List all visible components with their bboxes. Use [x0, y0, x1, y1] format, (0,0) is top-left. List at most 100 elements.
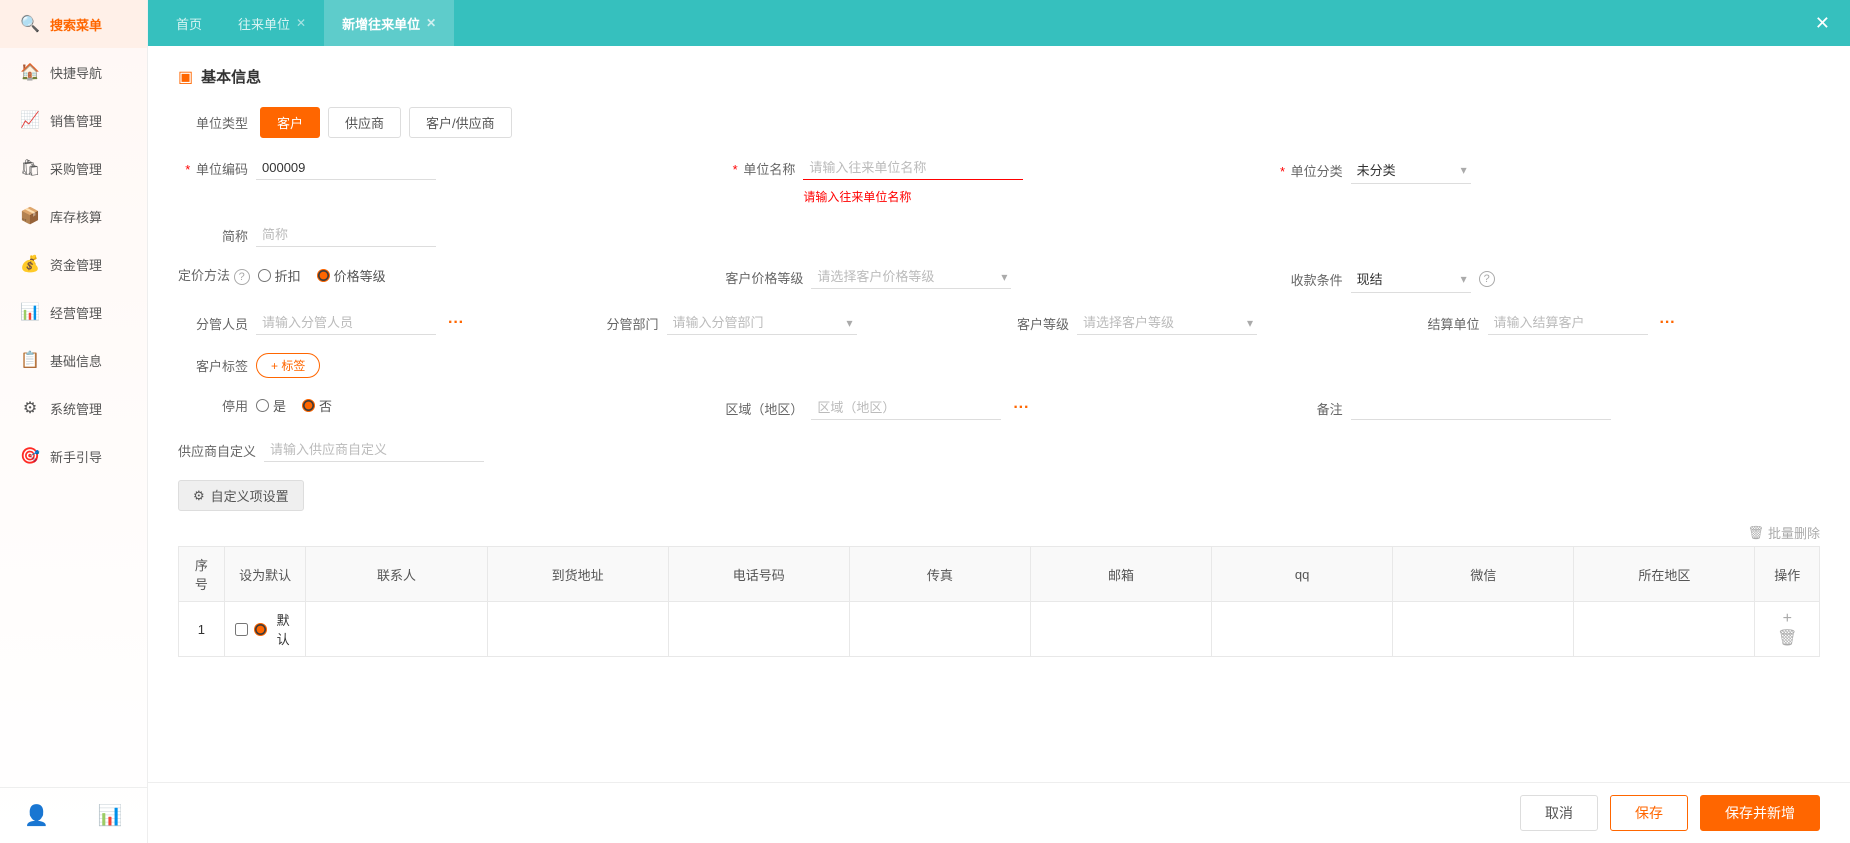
sidebar-item-label: 库存核算 [50, 207, 102, 226]
row-region-input[interactable] [1584, 622, 1744, 637]
sidebar-item-basic[interactable]: 📋 基础信息 [0, 336, 147, 384]
region-input[interactable] [811, 396, 1001, 420]
payment-help-icon[interactable]: ? [1479, 271, 1495, 287]
sidebar-item-sales[interactable]: 📈 销售管理 [0, 96, 147, 144]
batch-delete-icon: 🗑 [1747, 525, 1764, 541]
unit-btn-supplier[interactable]: 供应商 [328, 107, 401, 138]
pricing-label: 定价方法 ? [178, 265, 250, 285]
save-button[interactable]: 保存 [1610, 795, 1688, 831]
tab-contacts-close[interactable]: ✕ [296, 16, 306, 30]
supplier-custom-input[interactable] [264, 438, 484, 462]
fax-input[interactable] [860, 622, 1020, 637]
cell-region [1574, 602, 1755, 657]
row-checkbox[interactable] [235, 623, 248, 636]
short-name-input[interactable] [256, 223, 436, 247]
sidebar-item-inventory[interactable]: 📦 库存核算 [0, 192, 147, 240]
remark-input[interactable] [1351, 396, 1611, 420]
settlement-col: 结算单位 ··· [1410, 311, 1821, 335]
col-email: 邮箱 [1030, 547, 1211, 602]
manager-more-btn[interactable]: ··· [444, 314, 468, 332]
pricing-row: 定价方法 ? 折扣 价格等级 客户价格等级 [178, 265, 1820, 293]
tab-contacts[interactable]: 往来单位 ✕ [220, 0, 324, 46]
tab-new-contact[interactable]: 新增往来单位 ✕ [324, 0, 454, 46]
section-icon: ▣ [178, 67, 193, 87]
phone-input[interactable] [679, 622, 839, 637]
disabled-col: 停用 是 否 [178, 396, 725, 415]
custom-settings-btn[interactable]: ⚙ 自定义项设置 [178, 480, 304, 511]
sidebar-item-label: 资金管理 [50, 255, 102, 274]
sidebar-item-label: 搜索菜单 [50, 15, 102, 34]
default-radio[interactable] [254, 623, 267, 636]
close-all-tabs[interactable]: ✕ [1805, 13, 1840, 34]
manager-input[interactable] [256, 311, 436, 335]
name-error-msg: 请输入往来单位名称 [803, 190, 911, 204]
batch-delete-label[interactable]: 批量删除 [1768, 523, 1820, 542]
sidebar-item-system[interactable]: ⚙ 系统管理 [0, 384, 147, 432]
table-row: 1 默认 [179, 602, 1820, 657]
sidebar-item-operation[interactable]: 📊 经营管理 [0, 288, 147, 336]
unit-btn-customer[interactable]: 客户 [260, 107, 320, 138]
user-icon[interactable]: 👤 [19, 798, 54, 833]
short-name-row: 简称 [178, 223, 1820, 247]
settlement-more-btn[interactable]: ··· [1656, 314, 1680, 332]
pricing-radio-group: 折扣 价格等级 [258, 266, 386, 285]
payment-terms-col: 收款条件 现结 ▾ ? [1273, 265, 1820, 293]
sidebar-item-guide[interactable]: 🎯 新手引导 [0, 432, 147, 480]
cell-wechat [1393, 602, 1574, 657]
add-row-btn[interactable]: + [1780, 610, 1795, 627]
name-input[interactable] [803, 156, 1023, 180]
pricing-level-radio[interactable]: 价格等级 [317, 266, 386, 285]
sidebar-item-quick-nav[interactable]: 🏠 快捷导航 [0, 48, 147, 96]
col-region: 所在地区 [1574, 547, 1755, 602]
supplier-custom-col: 供应商自定义 [178, 438, 1820, 462]
col-address: 到货地址 [487, 547, 668, 602]
wechat-input[interactable] [1403, 622, 1563, 637]
department-input[interactable] [667, 311, 857, 335]
code-label: * 单位编码 [178, 159, 248, 178]
cancel-button[interactable]: 取消 [1520, 795, 1598, 831]
col-contact: 联系人 [306, 547, 487, 602]
tab-home-label: 首页 [176, 14, 202, 33]
sidebar-item-search[interactable]: 🔍 搜索菜单 [0, 0, 147, 48]
unit-type-row: 单位类型 客户 供应商 客户/供应商 [178, 107, 1820, 138]
payment-terms-wrapper: 现结 ▾ [1351, 265, 1471, 293]
disabled-no-radio[interactable]: 否 [302, 396, 332, 415]
col-qq: qq [1212, 547, 1393, 602]
disabled-radio-group: 是 否 [256, 396, 332, 415]
tab-bar: 首页 往来单位 ✕ 新增往来单位 ✕ ✕ [148, 0, 1850, 46]
address-input[interactable] [498, 622, 658, 637]
email-input[interactable] [1041, 622, 1201, 637]
col-seq: 序号 [179, 547, 225, 602]
pricing-col: 定价方法 ? 折扣 价格等级 [178, 265, 725, 285]
unit-btn-both[interactable]: 客户/供应商 [409, 107, 512, 138]
inventory-icon: 📦 [20, 206, 40, 226]
customer-price-level-input[interactable] [811, 265, 1011, 289]
pricing-discount-radio[interactable]: 折扣 [258, 266, 301, 285]
settlement-input[interactable] [1488, 311, 1648, 335]
qq-input[interactable] [1222, 622, 1382, 637]
contacts-table: 序号 设为默认 联系人 到货地址 电话号码 传真 邮箱 qq 微信 所在地区 操… [178, 546, 1820, 657]
delete-row-btn[interactable]: 🗑 [1774, 630, 1800, 647]
tab-new-contact-close[interactable]: ✕ [426, 16, 436, 30]
department-wrapper: ▾ [667, 311, 857, 335]
batch-delete-area: 🗑 批量删除 [178, 523, 1820, 542]
customer-price-level-col: 客户价格等级 ▾ [725, 265, 1272, 289]
contact-input[interactable] [316, 622, 476, 637]
sidebar-item-purchase[interactable]: 🛍 采购管理 [0, 144, 147, 192]
tab-home[interactable]: 首页 [158, 0, 220, 46]
remark-label: 备注 [1273, 399, 1343, 418]
customer-level-input[interactable] [1077, 311, 1257, 335]
pricing-help-icon[interactable]: ? [234, 269, 250, 285]
stats-icon[interactable]: 📊 [93, 798, 128, 833]
sidebar-item-finance[interactable]: 💰 资金管理 [0, 240, 147, 288]
home-icon: 🏠 [20, 62, 40, 82]
save-new-button[interactable]: 保存并新增 [1700, 795, 1820, 831]
manager-col: 分管人员 ··· [178, 311, 589, 335]
code-name-row: * 单位编码 * 单位名称 请输入往来单位名称 [178, 156, 1820, 205]
region-more-btn[interactable]: ··· [1009, 399, 1033, 417]
cell-address [487, 602, 668, 657]
code-input[interactable] [256, 156, 436, 180]
disabled-yes-radio[interactable]: 是 [256, 396, 286, 415]
add-tag-btn[interactable]: + 标签 [256, 353, 320, 378]
remark-col: 备注 [1273, 396, 1820, 420]
